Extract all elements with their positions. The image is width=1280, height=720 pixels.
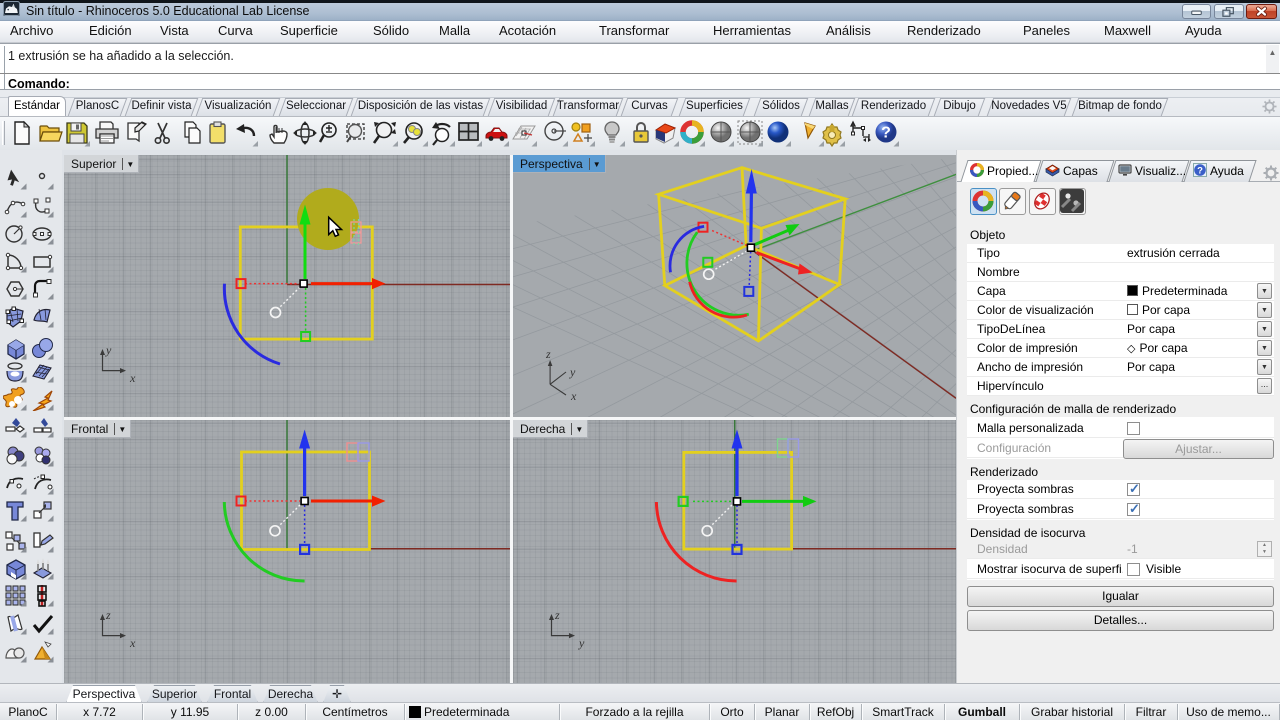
svg-text:x: x (129, 371, 136, 385)
svg-text:y: y (569, 365, 576, 379)
svg-text:y: y (578, 636, 585, 650)
svg-text:z: z (105, 608, 111, 622)
svg-text:z: z (545, 347, 551, 361)
svg-text:x: x (129, 636, 136, 650)
svg-text:z: z (554, 608, 560, 622)
svg-text:?: ? (1197, 165, 1203, 176)
svg-text:x: x (570, 389, 577, 403)
svg-text:y: y (105, 343, 112, 357)
svg-text:?: ? (881, 125, 891, 142)
